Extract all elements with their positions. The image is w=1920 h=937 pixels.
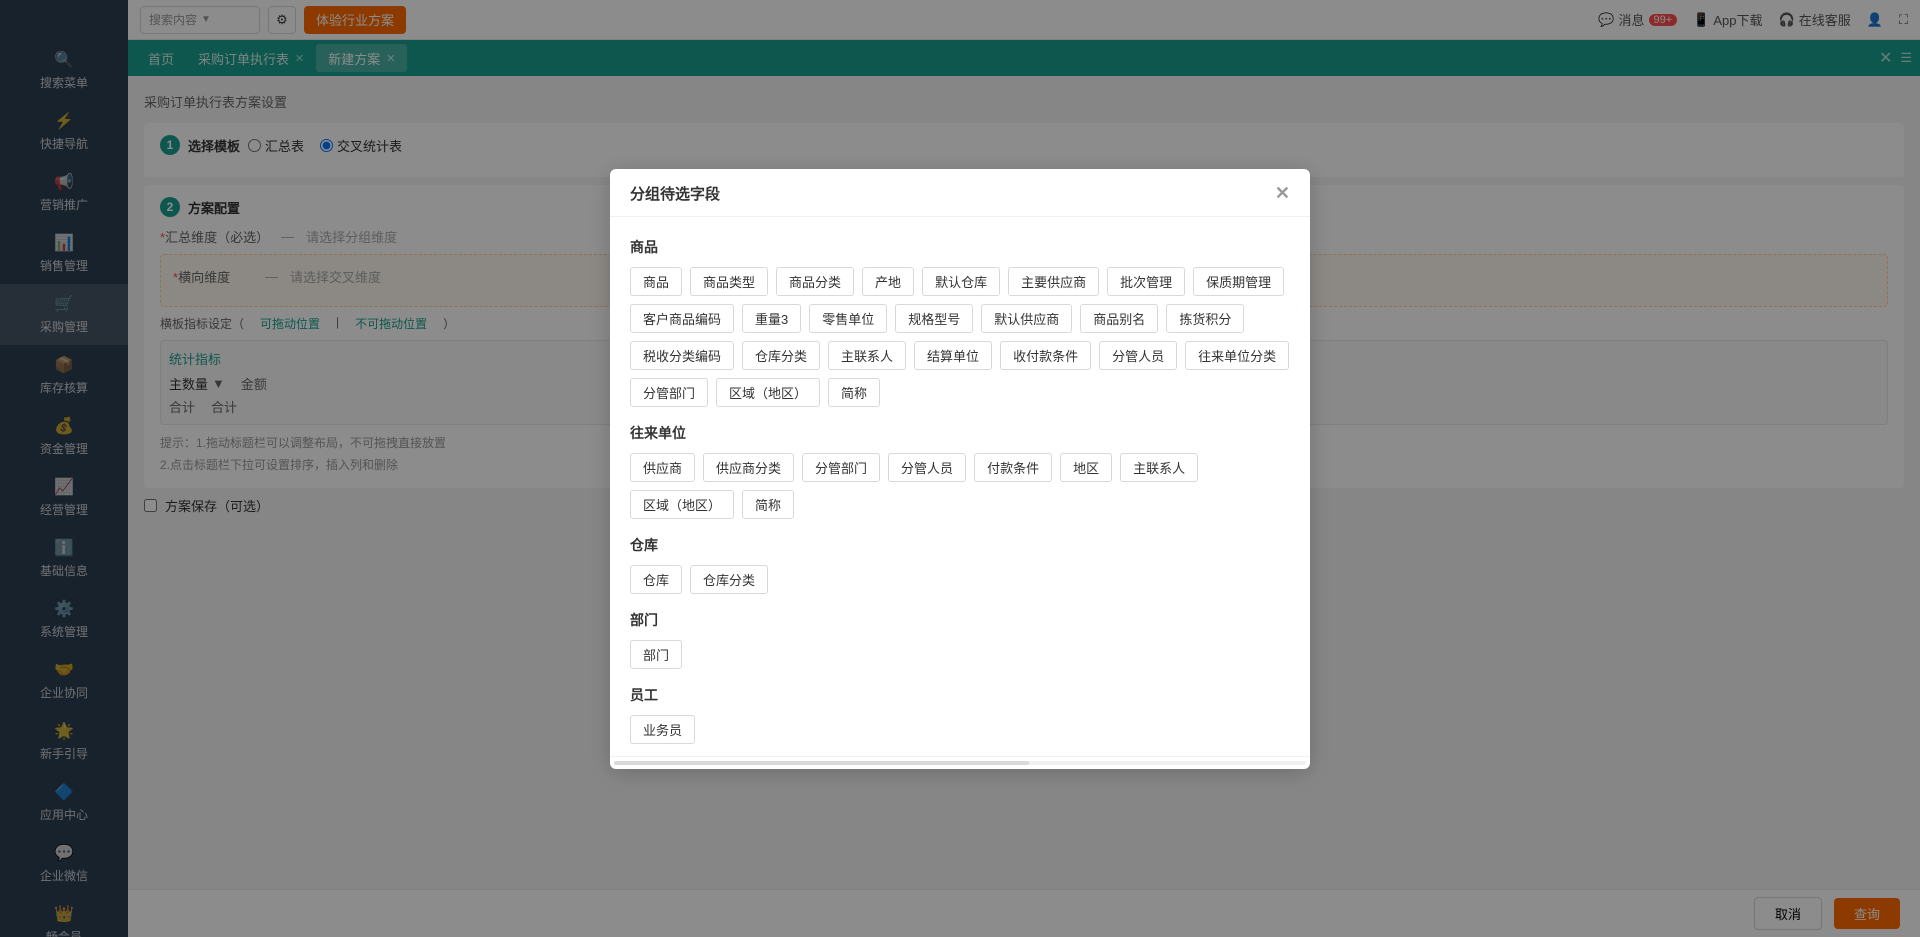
field-supplier[interactable]: 供应商 [630,453,695,482]
field-goods-category[interactable]: 商品分类 [776,267,854,296]
scroll-thumb [614,761,1029,765]
modal-header: 分组待选字段 ✕ [610,169,1310,217]
field-dept[interactable]: 分管部门 [630,378,708,407]
field-batch-mgmt[interactable]: 批次管理 [1107,267,1185,296]
field-spec-type[interactable]: 规格型号 [895,304,973,333]
field-goods[interactable]: 商品 [630,267,682,296]
field-supplier-category[interactable]: 供应商分类 [703,453,794,482]
field-payment-terms[interactable]: 收付款条件 [1000,341,1091,370]
field-grid-partner: 供应商 供应商分类 分管部门 分管人员 付款条件 地区 主联系人 区域（地区） … [630,453,1290,519]
field-warehouse[interactable]: 仓库 [630,565,682,594]
field-short-name-goods[interactable]: 简称 [828,378,880,407]
field-warehouse-category[interactable]: 仓库分类 [742,341,820,370]
modal-scrollbar [610,756,1310,769]
modal-body[interactable]: 商品 商品 商品类型 商品分类 产地 默认仓库 主要供应商 批次管理 保质期管理… [610,217,1310,756]
field-main-supplier[interactable]: 主要供应商 [1008,267,1099,296]
field-main-contact[interactable]: 主联系人 [828,341,906,370]
field-weight3[interactable]: 重量3 [742,304,801,333]
field-grid-employee: 业务员 [630,715,1290,744]
field-grid-warehouse: 仓库 仓库分类 [630,565,1290,594]
field-manager[interactable]: 分管人员 [1099,341,1177,370]
section-title-employee: 员工 [630,685,1290,705]
field-origin[interactable]: 产地 [862,267,914,296]
field-shelf-life[interactable]: 保质期管理 [1193,267,1284,296]
field-customer-goods-code[interactable]: 客户商品编码 [630,304,734,333]
section-title-warehouse: 仓库 [630,535,1290,555]
field-region-goods[interactable]: 区域（地区） [716,378,820,407]
field-short-name-partner[interactable]: 简称 [742,490,794,519]
field-goods-type[interactable]: 商品类型 [690,267,768,296]
field-grid-dept: 部门 [630,640,1290,669]
section-title-partner: 往来单位 [630,423,1290,443]
field-salesperson[interactable]: 业务员 [630,715,695,744]
field-department[interactable]: 部门 [630,640,682,669]
field-dept-partner[interactable]: 分管部门 [802,453,880,482]
modal-title: 分组待选字段 [630,183,720,204]
field-retail-unit[interactable]: 零售单位 [809,304,887,333]
field-goods-alias[interactable]: 商品别名 [1080,304,1158,333]
field-pick-points[interactable]: 拣货积分 [1166,304,1244,333]
section-title-dept: 部门 [630,610,1290,630]
field-default-warehouse[interactable]: 默认仓库 [922,267,1000,296]
field-default-supplier[interactable]: 默认供应商 [981,304,1072,333]
field-tax-code[interactable]: 税收分类编码 [630,341,734,370]
field-partner-category[interactable]: 往来单位分类 [1185,341,1289,370]
section-title-goods: 商品 [630,237,1290,257]
field-manager-partner[interactable]: 分管人员 [888,453,966,482]
field-warehouse-cat[interactable]: 仓库分类 [690,565,768,594]
scroll-track [614,761,1306,765]
field-grid-goods: 商品 商品类型 商品分类 产地 默认仓库 主要供应商 批次管理 保质期管理 客户… [630,267,1290,407]
field-settlement-unit[interactable]: 结算单位 [914,341,992,370]
field-main-contact-partner[interactable]: 主联系人 [1120,453,1198,482]
field-payment-cond[interactable]: 付款条件 [974,453,1052,482]
field-area[interactable]: 地区 [1060,453,1112,482]
modal-close-button[interactable]: ✕ [1275,184,1290,202]
field-region-partner[interactable]: 区域（地区） [630,490,734,519]
field-select-modal: 分组待选字段 ✕ 商品 商品 商品类型 商品分类 产地 默认仓库 主要供应商 批… [610,169,1310,769]
